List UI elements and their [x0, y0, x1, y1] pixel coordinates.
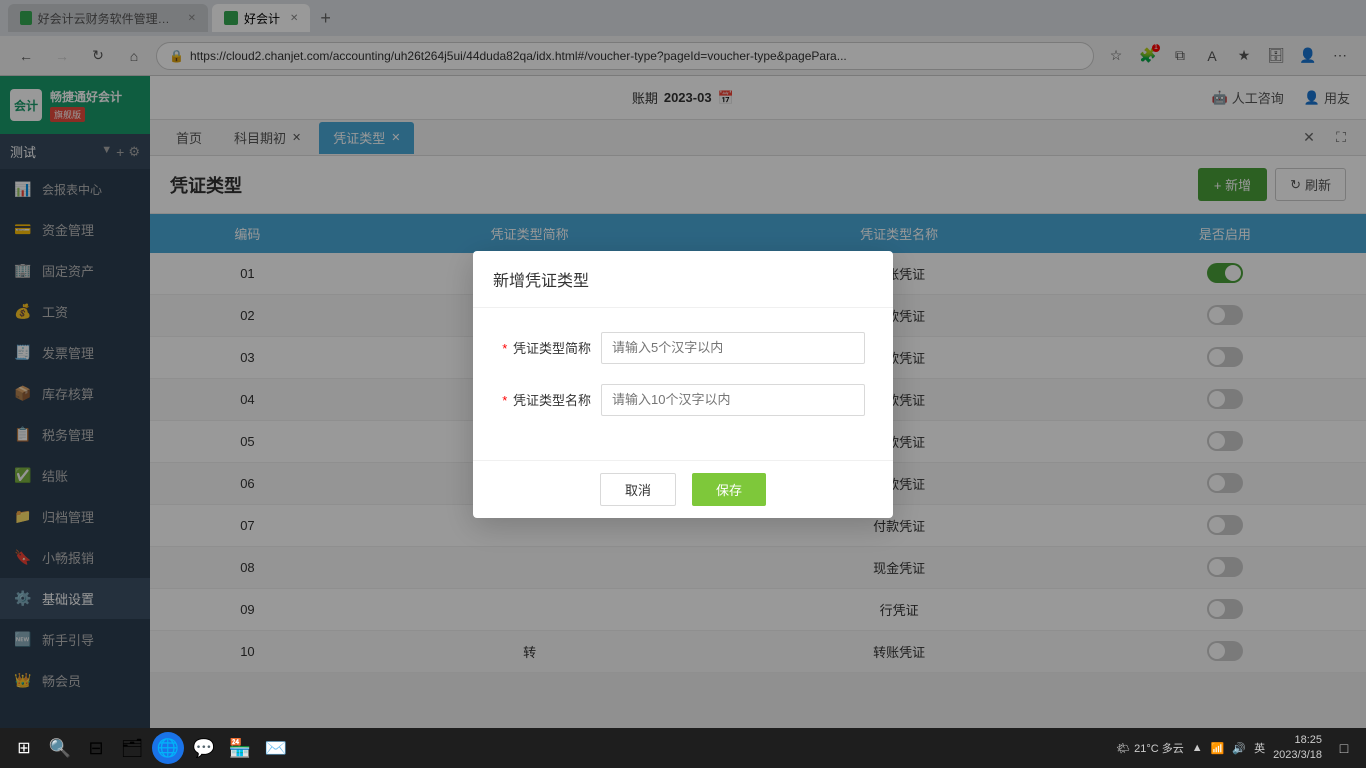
add-voucher-modal: 新增凭证类型 * 凭证类型简称 * 凭证类型名称 取消 保存: [473, 251, 893, 518]
short-name-label: * 凭证类型简称: [501, 338, 601, 357]
taskbar-notifications[interactable]: □: [1330, 734, 1358, 762]
form-row-full: * 凭证类型名称: [501, 384, 865, 416]
taskbar-email[interactable]: ✉️: [260, 732, 292, 764]
weather-text: 21°C 多云: [1134, 740, 1184, 756]
start-button[interactable]: ⊞: [8, 732, 40, 764]
taskbar-search[interactable]: 🔍: [44, 732, 76, 764]
taskbar-sys: 🌤 21°C 多云 ▲ 📶 🔊 英 18:25 2023/3/18 □: [1116, 733, 1358, 764]
full-name-label: * 凭证类型名称: [501, 390, 601, 409]
modal-overlay: 新增凭证类型 * 凭证类型简称 * 凭证类型名称 取消 保存: [0, 0, 1366, 768]
required-star-2: *: [502, 393, 507, 408]
taskbar-file[interactable]: 🗂: [116, 732, 148, 764]
full-name-input[interactable]: [601, 384, 865, 416]
taskbar-volume-icon: 🔊: [1232, 742, 1246, 755]
modal-body: * 凭证类型简称 * 凭证类型名称: [473, 308, 893, 460]
weather-icon: 🌤: [1116, 742, 1130, 755]
taskbar-browser[interactable]: 🌐: [152, 732, 184, 764]
taskbar-lang: 英: [1254, 740, 1265, 756]
taskbar-clock: 18:25 2023/3/18: [1273, 733, 1322, 764]
cancel-button[interactable]: 取消: [600, 473, 676, 506]
taskbar-wechat[interactable]: 💬: [188, 732, 220, 764]
save-button[interactable]: 保存: [692, 473, 766, 506]
modal-header: 新增凭证类型: [473, 251, 893, 308]
taskbar-task-view[interactable]: ⊟: [80, 732, 112, 764]
taskbar-arrow-up[interactable]: ▲: [1192, 742, 1203, 754]
taskbar: ⊞ 🔍 ⊟ 🗂 🌐 💬 🏪 ✉️ 🌤 21°C 多云 ▲ 📶 🔊 英 18:25…: [0, 728, 1366, 768]
form-row-short: * 凭证类型简称: [501, 332, 865, 364]
taskbar-wifi-icon: 📶: [1211, 742, 1225, 755]
taskbar-weather: 🌤 21°C 多云: [1116, 740, 1184, 756]
modal-footer: 取消 保存: [473, 460, 893, 518]
modal-title: 新增凭证类型: [493, 273, 589, 290]
required-star-1: *: [502, 341, 507, 356]
taskbar-store[interactable]: 🏪: [224, 732, 256, 764]
short-name-input[interactable]: [601, 332, 865, 364]
